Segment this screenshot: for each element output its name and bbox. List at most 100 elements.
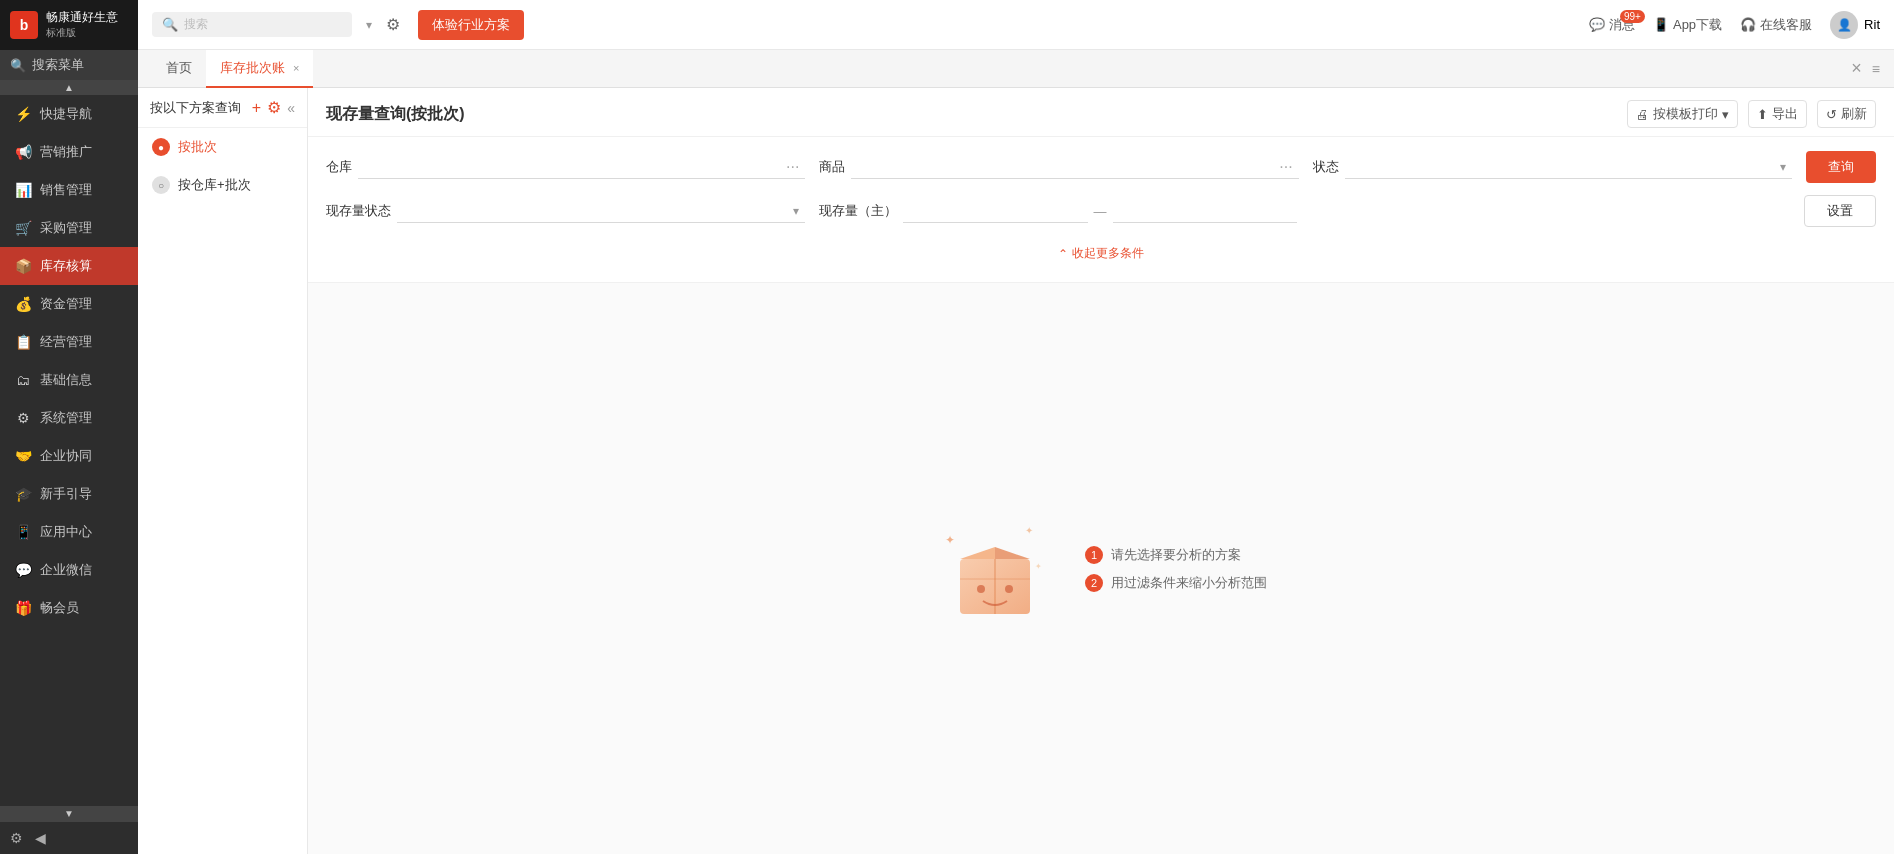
page-title: 现存量查询(按批次) xyxy=(326,104,465,125)
operation-icon: 📋 xyxy=(14,333,32,351)
company-name: 畅康通好生意 xyxy=(46,10,118,26)
top-search-bar[interactable]: 🔍 搜索 xyxy=(152,12,352,37)
query-button[interactable]: 查询 xyxy=(1806,151,1876,183)
tab-inventory-batch[interactable]: 库存批次账 × xyxy=(206,50,313,88)
tab-close-all-icon[interactable]: × xyxy=(1851,58,1862,79)
status-dropdown-icon[interactable]: ▾ xyxy=(1780,160,1786,174)
sidebar-item-label: 基础信息 xyxy=(40,371,92,389)
scheme-by-warehouse-batch[interactable]: ○ 按仓库+批次 xyxy=(138,166,307,204)
print-dropdown-icon[interactable]: ▾ xyxy=(1722,107,1729,122)
message-button[interactable]: 💬 消息 99+ xyxy=(1589,16,1635,34)
add-scheme-icon[interactable]: + xyxy=(252,99,261,117)
tip2-num: 2 xyxy=(1085,574,1103,592)
svg-marker-1 xyxy=(960,547,995,559)
top-settings-icon[interactable]: ⚙ xyxy=(386,15,400,34)
search-dropdown-arrow[interactable]: ▾ xyxy=(366,18,372,32)
tab-home[interactable]: 首页 xyxy=(152,50,206,88)
sidebar-item-purchase[interactable]: 🛒 采购管理 xyxy=(0,209,138,247)
left-panel-collapse-icon[interactable]: « xyxy=(287,100,295,116)
filter-dash: — xyxy=(1088,204,1113,219)
refresh-button[interactable]: ↺ 刷新 xyxy=(1817,100,1876,128)
enterprise-icon: 🤝 xyxy=(14,447,32,465)
sidebar-item-wechat[interactable]: 💬 企业微信 xyxy=(0,551,138,589)
customer-service-icon: 🎧 xyxy=(1740,17,1756,32)
inventory-status-dropdown-icon[interactable]: ▾ xyxy=(793,204,799,218)
svg-point-5 xyxy=(977,585,985,593)
inventory-qty-min[interactable] xyxy=(903,199,1088,223)
empty-tip-2: 2 用过滤条件来缩小分析范围 xyxy=(1085,574,1267,592)
left-panel: 按以下方案查询 + ⚙ « ● 按批次 ○ 按仓库+批次 xyxy=(138,88,308,854)
export-icon: ⬆ xyxy=(1757,107,1768,122)
inventory-status-select[interactable]: ▾ xyxy=(397,200,805,223)
apps-icon: 📱 xyxy=(14,523,32,541)
tip1-num: 1 xyxy=(1085,546,1103,564)
inventory-qty-max[interactable] xyxy=(1113,199,1298,223)
product-input[interactable] xyxy=(857,159,1275,174)
sidebar-item-newbie[interactable]: 🎓 新手引导 xyxy=(0,475,138,513)
sidebar-item-inventory[interactable]: 📦 库存核算 xyxy=(0,247,138,285)
status-select[interactable]: ▾ xyxy=(1345,156,1792,179)
search-label: 搜索菜单 xyxy=(32,56,84,74)
newbie-icon: 🎓 xyxy=(14,485,32,503)
marketing-icon: 📢 xyxy=(14,143,32,161)
sidebar-item-operation[interactable]: 📋 经营管理 xyxy=(0,323,138,361)
scroll-up-button[interactable]: ▲ xyxy=(0,80,138,95)
sidebar-search[interactable]: 🔍 搜索菜单 xyxy=(0,50,138,80)
app-download-icon: 📱 xyxy=(1653,17,1669,32)
app-logo: b xyxy=(10,11,38,39)
warehouse-dots[interactable]: ··· xyxy=(786,158,799,176)
export-button[interactable]: ⬆ 导出 xyxy=(1748,100,1807,128)
product-dots[interactable]: ··· xyxy=(1279,158,1292,176)
top-search-icon: 🔍 xyxy=(162,17,178,32)
scheme-settings-icon[interactable]: ⚙ xyxy=(267,98,281,117)
collapse-more-btn[interactable]: ⌃ 收起更多条件 xyxy=(326,239,1876,268)
settings-button[interactable]: 设置 xyxy=(1804,195,1876,227)
filter-area: 仓库 ··· 商品 ··· 状态 xyxy=(308,137,1894,283)
sidebar-item-label: 营销推广 xyxy=(40,143,92,161)
experience-button[interactable]: 体验行业方案 xyxy=(418,10,524,40)
sidebar-item-label: 销售管理 xyxy=(40,181,92,199)
scheme-icon-active: ● xyxy=(152,138,170,156)
refresh-icon: ↺ xyxy=(1826,107,1837,122)
customer-service-label: 在线客服 xyxy=(1760,16,1812,34)
sidebar-item-quick-nav[interactable]: ⚡ 快捷导航 xyxy=(0,95,138,133)
footer-settings-icon[interactable]: ⚙ xyxy=(10,830,23,846)
tab-more-icon[interactable]: ≡ xyxy=(1872,61,1880,77)
sidebar-item-basic[interactable]: 🗂 基础信息 xyxy=(0,361,138,399)
print-button[interactable]: 🖨 按模板打印 ▾ xyxy=(1627,100,1738,128)
refresh-label: 刷新 xyxy=(1841,105,1867,123)
scroll-down-button[interactable]: ▼ xyxy=(0,806,138,821)
sidebar-item-enterprise[interactable]: 🤝 企业协同 xyxy=(0,437,138,475)
scheme-by-batch[interactable]: ● 按批次 xyxy=(138,128,307,166)
filter-inventory-status: 现存量状态 ▾ xyxy=(326,200,805,223)
edition-label: 标准版 xyxy=(46,26,118,40)
inventory-icon: 📦 xyxy=(14,257,32,275)
product-input-box[interactable]: ··· xyxy=(851,156,1298,179)
collapse-icon: ⌃ xyxy=(1058,247,1068,261)
warehouse-input-box[interactable]: ··· xyxy=(358,156,805,179)
empty-tip-1: 1 请先选择要分析的方案 xyxy=(1085,546,1267,564)
filter-row-2: 现存量状态 ▾ 现存量（主） — 设置 xyxy=(326,195,1876,227)
sidebar-item-apps[interactable]: 📱 应用中心 xyxy=(0,513,138,551)
filter-status: 状态 ▾ xyxy=(1313,156,1792,179)
customer-service-button[interactable]: 🎧 在线客服 xyxy=(1740,16,1812,34)
app-download-button[interactable]: 📱 App下载 xyxy=(1653,16,1722,34)
filter-inventory-qty: 现存量（主） — xyxy=(819,199,1298,223)
user-info[interactable]: 👤 Rit xyxy=(1830,11,1880,39)
footer-collapse-icon[interactable]: ◀ xyxy=(35,830,46,846)
sidebar-header: b 畅康通好生意 标准版 xyxy=(0,0,138,50)
filter-product: 商品 ··· xyxy=(819,156,1298,179)
sidebar-footer: ⚙ ◀ xyxy=(0,821,138,854)
sidebar-item-finance[interactable]: 💰 资金管理 xyxy=(0,285,138,323)
sidebar-item-system[interactable]: ⚙ 系统管理 xyxy=(0,399,138,437)
tab-close-icon[interactable]: × xyxy=(293,62,299,74)
sidebar-item-marketing[interactable]: 📢 营销推广 xyxy=(0,133,138,171)
sidebar-item-sales[interactable]: 📊 销售管理 xyxy=(0,171,138,209)
sidebar-item-label: 应用中心 xyxy=(40,523,92,541)
warehouse-input[interactable] xyxy=(364,159,782,174)
left-panel-header: 按以下方案查询 + ⚙ « xyxy=(138,88,307,128)
sidebar-item-member[interactable]: 🎁 畅会员 xyxy=(0,589,138,627)
empty-icon: ✦ ✦ ✦ xyxy=(935,509,1055,629)
empty-state: ✦ ✦ ✦ 1 请先选择要分析的方案 2 用过滤条件来缩小分析范围 xyxy=(308,283,1894,854)
svg-text:✦: ✦ xyxy=(1035,562,1042,571)
